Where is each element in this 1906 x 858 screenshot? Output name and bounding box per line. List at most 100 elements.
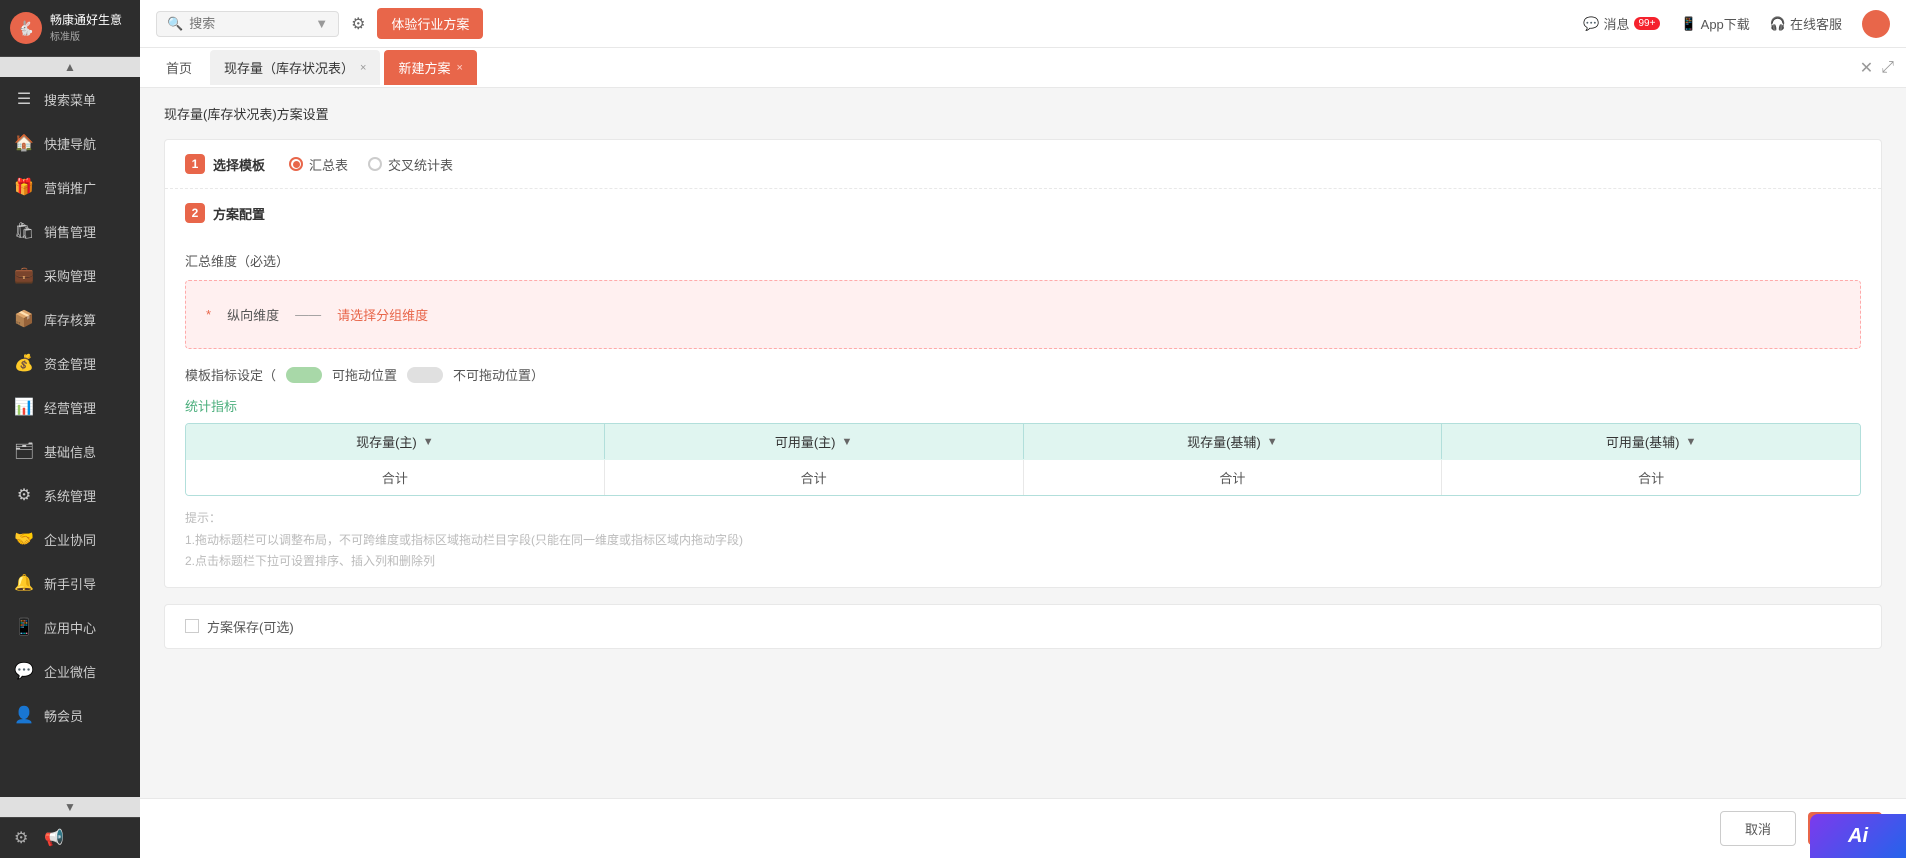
dropdown-icon[interactable]: ▼: [315, 16, 328, 31]
sidebar-item-label: 采购管理: [44, 266, 96, 285]
tab-inventory-close[interactable]: ×: [360, 62, 366, 74]
sidebar-item-label: 企业微信: [44, 662, 96, 681]
chevron-down-icon[interactable]: ▼: [423, 436, 434, 448]
tab-new-scheme-label: 新建方案: [398, 58, 450, 77]
online-service-item[interactable]: 🎧 在线客服: [1770, 14, 1842, 33]
save-checkbox[interactable]: [185, 619, 199, 633]
home-icon: 🏠: [14, 133, 34, 153]
sidebar-scroll-up[interactable]: ▲: [0, 57, 140, 77]
chevron-down-icon[interactable]: ▼: [1686, 436, 1697, 448]
save-row: 方案保存(可选): [164, 604, 1882, 649]
sidebar-item-wechat-biz[interactable]: 💬 企业微信: [0, 649, 140, 693]
th-current-aux[interactable]: 现存量(基辅) ▼: [1024, 424, 1443, 459]
radio-summary[interactable]: 汇总表: [289, 155, 348, 174]
step1-num: 1: [185, 154, 205, 174]
sidebar-item-label: 畅会员: [44, 706, 83, 725]
logo-sub: 标准版: [50, 28, 122, 43]
sidebar-item-app-center[interactable]: 📱 应用中心: [0, 605, 140, 649]
online-service-label: 在线客服: [1790, 14, 1842, 33]
hint-2: 2.点击标题栏下拉可设置排序、插入列和删除列: [185, 551, 1861, 573]
search-box[interactable]: 🔍 ▼: [156, 11, 339, 37]
sidebar-item-management[interactable]: 📊 经营管理: [0, 385, 140, 429]
sidebar-item-search-menu[interactable]: ☰ 搜索菜单: [0, 77, 140, 121]
chevron-down-icon[interactable]: ▼: [842, 436, 853, 448]
tabs-right: ✕ ⤢: [1860, 58, 1894, 78]
sidebar-item-system[interactable]: ⚙ 系统管理: [0, 473, 140, 517]
td-current-aux: 合计: [1024, 460, 1443, 495]
tab-new-scheme[interactable]: 新建方案 ×: [384, 50, 476, 85]
sidebar-item-cooperation[interactable]: 🤝 企业协同: [0, 517, 140, 561]
ai-badge[interactable]: Ai: [1810, 814, 1906, 858]
step2-body: 汇总维度（必选） * 纵向维度 —— 请选择分组维度 模板指标设定（ 可拖动位置…: [165, 237, 1881, 587]
dim-required-mark: *: [206, 307, 211, 322]
th-current-aux-label: 现存量(基辅): [1187, 432, 1261, 451]
th-available-aux[interactable]: 可用量(基辅) ▼: [1442, 424, 1860, 459]
page-title: 现存量(库存状况表)方案设置: [164, 104, 1882, 123]
sidebar-item-basic-info[interactable]: 🗂 基础信息: [0, 429, 140, 473]
radio-cross-circle: [368, 157, 382, 171]
app-download-item[interactable]: 📱 App下载: [1680, 14, 1749, 33]
avatar[interactable]: [1862, 10, 1890, 38]
th-available-aux-label: 可用量(基辅): [1606, 432, 1680, 451]
tab-inventory[interactable]: 现存量（库存状况表） ×: [210, 50, 380, 85]
gear-icon[interactable]: ⚙: [351, 14, 365, 34]
message-label: 消息: [1603, 14, 1629, 33]
sidebar-item-label: 基础信息: [44, 442, 96, 461]
th-available-main-label: 可用量(主): [775, 432, 836, 451]
th-current-main[interactable]: 现存量(主) ▼: [186, 424, 605, 459]
settings-icon: ⚙: [14, 485, 34, 505]
sidebar-item-label: 应用中心: [44, 618, 96, 637]
chat-icon: 💬: [14, 661, 34, 681]
sidebar-item-new-guide[interactable]: 🔔 新手引导: [0, 561, 140, 605]
message-item[interactable]: 💬 消息 99+: [1583, 14, 1660, 33]
dim-placeholder: 请选择分组维度: [337, 305, 428, 324]
sidebar-item-member[interactable]: 👤 畅会员: [0, 693, 140, 737]
handshake-icon: 🤝: [14, 529, 34, 549]
bell-icon: 🔔: [14, 573, 34, 593]
logo-text: 畅康通好生意: [50, 13, 122, 29]
close-window-icon[interactable]: ✕: [1860, 58, 1873, 78]
not-draggable-label: 不可拖动位置）: [453, 365, 544, 384]
sidebar-item-quick-nav[interactable]: 🏠 快捷导航: [0, 121, 140, 165]
dimension-area[interactable]: * 纵向维度 —— 请选择分组维度: [185, 280, 1861, 349]
sidebar-item-label: 经营管理: [44, 398, 96, 417]
topbar-right: 💬 消息 99+ 📱 App下载 🎧 在线客服: [1583, 10, 1890, 38]
main-area: 🔍 ▼ ⚙ 体验行业方案 💬 消息 99+ 📱 App下载 🎧 在线客服: [140, 0, 1906, 858]
topbar: 🔍 ▼ ⚙ 体验行业方案 💬 消息 99+ 📱 App下载 🎧 在线客服: [140, 0, 1906, 48]
tab-home[interactable]: 首页: [152, 50, 206, 85]
draggable-label: 可拖动位置: [332, 365, 397, 384]
search-input[interactable]: [189, 16, 309, 31]
speaker-icon[interactable]: 📢: [44, 828, 64, 848]
td-current-main: 合计: [186, 460, 605, 495]
sidebar-item-label: 库存核算: [44, 310, 96, 329]
draggable-badge: [286, 367, 322, 383]
user-icon: 👤: [14, 705, 34, 725]
sidebar-item-label: 搜索菜单: [44, 90, 96, 109]
message-badge: 99+: [1634, 17, 1661, 30]
sidebar-item-label: 资金管理: [44, 354, 96, 373]
save-label: 方案保存(可选): [207, 617, 294, 636]
sidebar-item-sales[interactable]: 🛍 销售管理: [0, 209, 140, 253]
radio-summary-label: 汇总表: [309, 155, 348, 174]
sidebar-item-label: 营销推广: [44, 178, 96, 197]
gear-icon[interactable]: ⚙: [14, 828, 28, 848]
cancel-button[interactable]: 取消: [1720, 811, 1796, 846]
radio-cross[interactable]: 交叉统计表: [368, 155, 453, 174]
sidebar-item-marketing[interactable]: 🎁 营销推广: [0, 165, 140, 209]
experience-btn[interactable]: 体验行业方案: [377, 8, 483, 39]
headset-icon: 🎧: [1770, 16, 1786, 32]
td-available-aux: 合计: [1442, 460, 1860, 495]
sidebar-scroll-down[interactable]: ▼: [0, 797, 140, 817]
step1-title: 选择模板: [213, 155, 265, 174]
folder-icon: 🗂: [14, 441, 34, 461]
sidebar-item-inventory[interactable]: 📦 库存核算: [0, 297, 140, 341]
bottom-bar: 取消 查询: [140, 798, 1906, 858]
sidebar-item-purchase[interactable]: 💼 采购管理: [0, 253, 140, 297]
th-available-main[interactable]: 可用量(主) ▼: [605, 424, 1024, 459]
tab-new-scheme-close[interactable]: ×: [456, 62, 462, 74]
chevron-down-icon[interactable]: ▼: [1267, 436, 1278, 448]
expand-icon[interactable]: ⤢: [1881, 59, 1894, 77]
td-available-main: 合计: [605, 460, 1024, 495]
dim-divider: ——: [295, 307, 321, 322]
sidebar-item-finance[interactable]: 💰 资金管理: [0, 341, 140, 385]
